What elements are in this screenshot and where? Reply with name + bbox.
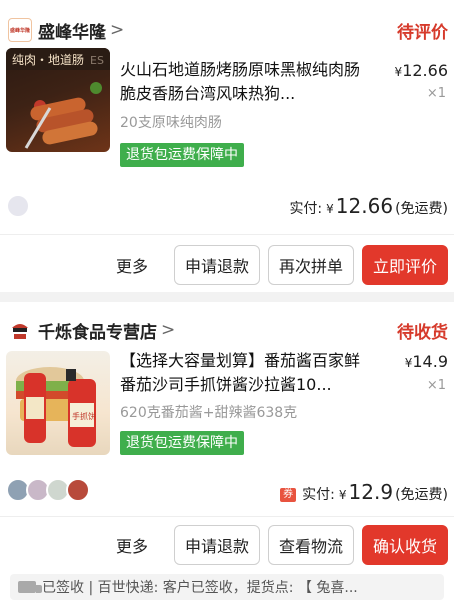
order-status: 待收货	[397, 322, 448, 343]
group-avatars	[6, 478, 90, 502]
view-logistics-button[interactable]: 查看物流	[267, 525, 354, 565]
product-title[interactable]: 【选择大容量划算】番茄酱百家鲜番茄沙司手抓饼酱沙拉酱10...	[120, 349, 370, 397]
order-card: 盛峰华隆 盛峰华隆 > 待评价 纯肉・地道肠 ES 火山石地道肠烤肠原味黑椒纯肉…	[0, 0, 454, 292]
paid-summary: 实付: ¥ 12.66 (免运费)	[289, 194, 448, 218]
order-status: 待评价	[397, 22, 448, 43]
store-name[interactable]: 盛峰华隆	[38, 18, 106, 43]
guarantee-badge: 退货包运费保障中	[120, 431, 244, 455]
product-quantity: ×1	[426, 378, 446, 393]
order-card: 千烁食品专营店 > 待收货 手抓饼 【选择大容量划算】番茄酱百家鲜番茄沙司手抓饼…	[0, 302, 454, 600]
truck-icon	[18, 581, 42, 593]
chevron-right-icon: >	[110, 20, 125, 40]
divider	[0, 234, 454, 235]
avatar	[6, 194, 30, 218]
store-name[interactable]: 千烁食品专营店	[38, 318, 157, 343]
rebuy-button[interactable]: 再次拼单	[267, 245, 354, 285]
product-thumbnail[interactable]: 纯肉・地道肠 ES	[6, 48, 110, 152]
store-header[interactable]: 千烁食品专营店 > 待收货	[0, 312, 454, 348]
avatar	[66, 478, 90, 502]
thumb-label: 手抓饼	[72, 411, 96, 421]
paid-summary: 券 实付: ¥ 12.9 (免运费)	[280, 480, 448, 504]
store-header[interactable]: 盛峰华隆 盛峰华隆 > 待评价	[0, 12, 454, 48]
guarantee-badge: 退货包运费保障中	[120, 143, 244, 167]
product-price: ¥14.9	[404, 352, 448, 371]
group-avatars	[6, 194, 30, 218]
product-quantity: ×1	[426, 86, 446, 101]
chevron-right-icon: >	[161, 320, 176, 340]
product-thumbnail[interactable]: 手抓饼	[6, 351, 110, 455]
confirm-receipt-button[interactable]: 确认收货	[361, 525, 448, 565]
refund-button[interactable]: 申请退款	[173, 525, 260, 565]
review-button[interactable]: 立即评价	[361, 245, 448, 285]
thumb-banner: 纯肉・地道肠	[12, 53, 84, 67]
product-price: ¥12.66	[394, 61, 448, 80]
order-actions: 更多 申请退款 再次拼单 立即评价	[116, 245, 448, 285]
product-spec: 20支原味纯肉肠	[120, 115, 222, 131]
logistics-text: 已签收 | 百世快递: 客户已签收，提货点: 【 兔喜...	[42, 580, 358, 596]
thumb-banner-tail: ES	[90, 54, 104, 67]
store-logo: 盛峰华隆	[8, 18, 32, 42]
product-title[interactable]: 火山石地道肠烤肠原味黑椒纯肉肠脆皮香肠台湾风味热狗...	[120, 58, 370, 106]
more-button[interactable]: 更多	[116, 253, 148, 277]
product-spec: 620克番茄酱+甜辣酱638克	[120, 405, 298, 421]
store-logo	[8, 318, 32, 342]
divider	[0, 516, 454, 517]
more-button[interactable]: 更多	[116, 533, 148, 557]
refund-button[interactable]: 申请退款	[173, 245, 260, 285]
logistics-bar[interactable]: 已签收 | 百世快递: 客户已签收，提货点: 【 兔喜...	[10, 574, 444, 600]
order-actions: 更多 申请退款 查看物流 确认收货	[116, 525, 448, 565]
coupon-icon: 券	[280, 488, 297, 502]
